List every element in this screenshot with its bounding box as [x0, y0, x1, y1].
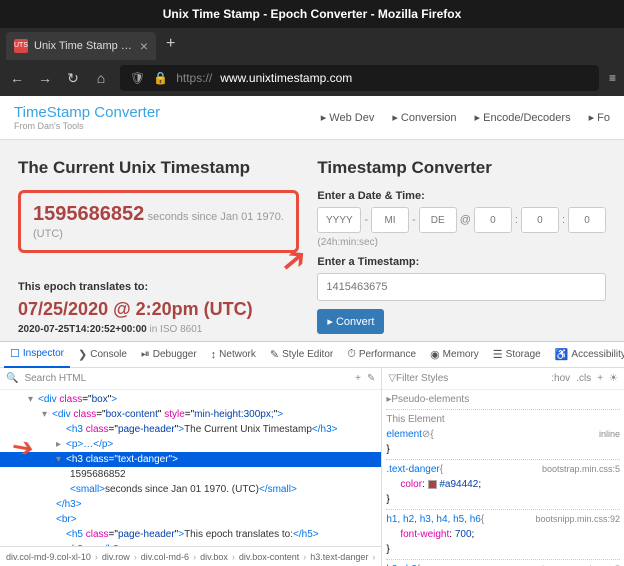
url-input[interactable]: 🛡 🔒 https:// www.unixtimestamp.com: [120, 65, 599, 91]
back-button[interactable]: ←: [8, 70, 26, 86]
browser-tab[interactable]: UTS Unix Time Stamp - Epoch ×: [6, 32, 156, 60]
hov-toggle[interactable]: :hov: [551, 373, 570, 384]
day-input[interactable]: [419, 207, 457, 233]
nav-item[interactable]: Fo: [589, 111, 610, 124]
console-icon: ❯: [78, 348, 87, 361]
breadcrumb[interactable]: div.col-md-9.col-xl-10› div.row› div.col…: [0, 546, 381, 566]
filter-icon: ▽: [388, 373, 396, 384]
close-tab-icon[interactable]: ×: [140, 38, 148, 54]
devtools-panel: ☐Inspector ❯Console ⏯Debugger ↕Network ✎…: [0, 341, 624, 566]
year-input[interactable]: [317, 207, 361, 233]
network-icon: ↕: [211, 349, 217, 361]
accessibility-icon: ♿: [555, 348, 569, 361]
page-title: The Current Unix Timestamp: [18, 158, 299, 178]
site-subtitle: From Dan's Tools: [14, 121, 160, 131]
tab-accessibility[interactable]: ♿Accessibility: [549, 342, 624, 368]
shield-icon: 🛡: [130, 71, 145, 85]
tab-console[interactable]: ❯Console: [72, 342, 133, 368]
storage-icon: ☰: [493, 348, 503, 361]
tab-debugger[interactable]: ⏯Debugger: [135, 342, 203, 368]
browser-tabstrip: UTS Unix Time Stamp - Epoch × +: [0, 28, 624, 60]
timestamp-input[interactable]: [317, 273, 606, 301]
tab-performance[interactable]: ⏱Performance: [341, 342, 422, 368]
iso-date: 2020-07-25T14:20:52+00:00: [18, 324, 147, 335]
search-icon: 🔍: [6, 373, 18, 384]
current-timestamp: 1595686852: [33, 203, 144, 225]
reload-button[interactable]: ↻: [64, 70, 82, 87]
hour-input[interactable]: [474, 207, 512, 233]
timestamp-label: Enter a Timestamp:: [317, 256, 606, 268]
selected-dom-node[interactable]: ▾<h3 class="text-danger">: [0, 452, 381, 467]
second-input[interactable]: [568, 207, 606, 233]
styles-pane[interactable]: ▸ Pseudo-elements This Element element ⊘…: [382, 390, 624, 566]
converter-title: Timestamp Converter: [317, 158, 606, 178]
site-header: TimeStamp Converter From Dan's Tools Web…: [0, 96, 624, 140]
tab-inspector[interactable]: ☐Inspector: [4, 342, 70, 368]
iso-label: in ISO 8601: [150, 324, 203, 335]
inspector-icon: ☐: [10, 347, 20, 360]
performance-icon: ⏱: [347, 348, 356, 361]
timestamp-highlight-box: 1595686852 seconds since Jan 01 1970. (U…: [18, 190, 299, 253]
window-title: Unix Time Stamp - Epoch Converter - Mozi…: [163, 7, 462, 21]
site-brand[interactable]: TimeStamp Converter: [14, 104, 160, 121]
dom-tree[interactable]: ▾<div class="box"> ▾<div class="box-cont…: [0, 390, 381, 546]
eyedropper-icon[interactable]: ✎: [367, 373, 375, 384]
tab-title: Unix Time Stamp - Epoch: [34, 40, 134, 52]
search-html-input[interactable]: Search HTML: [24, 373, 86, 384]
tab-network[interactable]: ↕Network: [205, 342, 262, 368]
url-protocol: https://: [176, 71, 212, 85]
tab-style-editor[interactable]: ✎Style Editor: [264, 342, 339, 368]
style-icon: ✎: [270, 348, 279, 361]
minute-input[interactable]: [521, 207, 559, 233]
nav-item[interactable]: Web Dev: [321, 111, 375, 124]
month-input[interactable]: [371, 207, 409, 233]
forward-button[interactable]: →: [36, 70, 54, 86]
nav-item[interactable]: Conversion: [392, 111, 456, 124]
url-host: www.unixtimestamp.com: [220, 71, 352, 85]
cls-toggle[interactable]: .cls: [576, 373, 591, 384]
epoch-translates-label: This epoch translates to:: [18, 281, 299, 293]
menu-icon[interactable]: ≡: [609, 71, 616, 85]
tab-memory[interactable]: ◉Memory: [424, 342, 485, 368]
nav-item[interactable]: Encode/Decoders: [475, 111, 571, 124]
site-nav: Web Dev Conversion Encode/Decoders Fo: [321, 111, 610, 124]
debugger-icon: ⏯: [141, 348, 150, 361]
styles-filter-bar: ▽ Filter Styles :hov .cls + ☀: [382, 368, 624, 390]
browser-toolbar: ← → ↻ ⌂ 🛡 🔒 https:// www.unixtimestamp.co…: [0, 60, 624, 96]
window-titlebar: Unix Time Stamp - Epoch Converter - Mozi…: [0, 0, 624, 28]
tab-storage[interactable]: ☰Storage: [487, 342, 547, 368]
filter-styles-input[interactable]: Filter Styles: [396, 373, 448, 384]
time-format-hint: (24h:min:sec): [317, 237, 606, 248]
datetime-label: Enter a Date & Time:: [317, 190, 606, 202]
add-element-button[interactable]: +: [355, 373, 361, 384]
devtools-search-bar: 🔍 Search HTML + ✎: [0, 368, 381, 390]
light-icon[interactable]: ☀: [609, 373, 618, 384]
home-button[interactable]: ⌂: [92, 70, 110, 86]
devtools-tabs: ☐Inspector ❯Console ⏯Debugger ↕Network ✎…: [0, 342, 624, 368]
new-tab-button[interactable]: +: [166, 35, 175, 53]
memory-icon: ◉: [430, 348, 440, 361]
add-rule-button[interactable]: +: [597, 373, 603, 384]
page-viewport: TimeStamp Converter From Dan's Tools Web…: [0, 96, 624, 341]
convert-button[interactable]: ▸ Convert: [317, 309, 384, 334]
human-date: 07/25/2020 @ 2:20pm (UTC): [18, 299, 299, 320]
lock-icon: 🔒: [153, 71, 168, 85]
favicon-icon: UTS: [14, 39, 28, 53]
